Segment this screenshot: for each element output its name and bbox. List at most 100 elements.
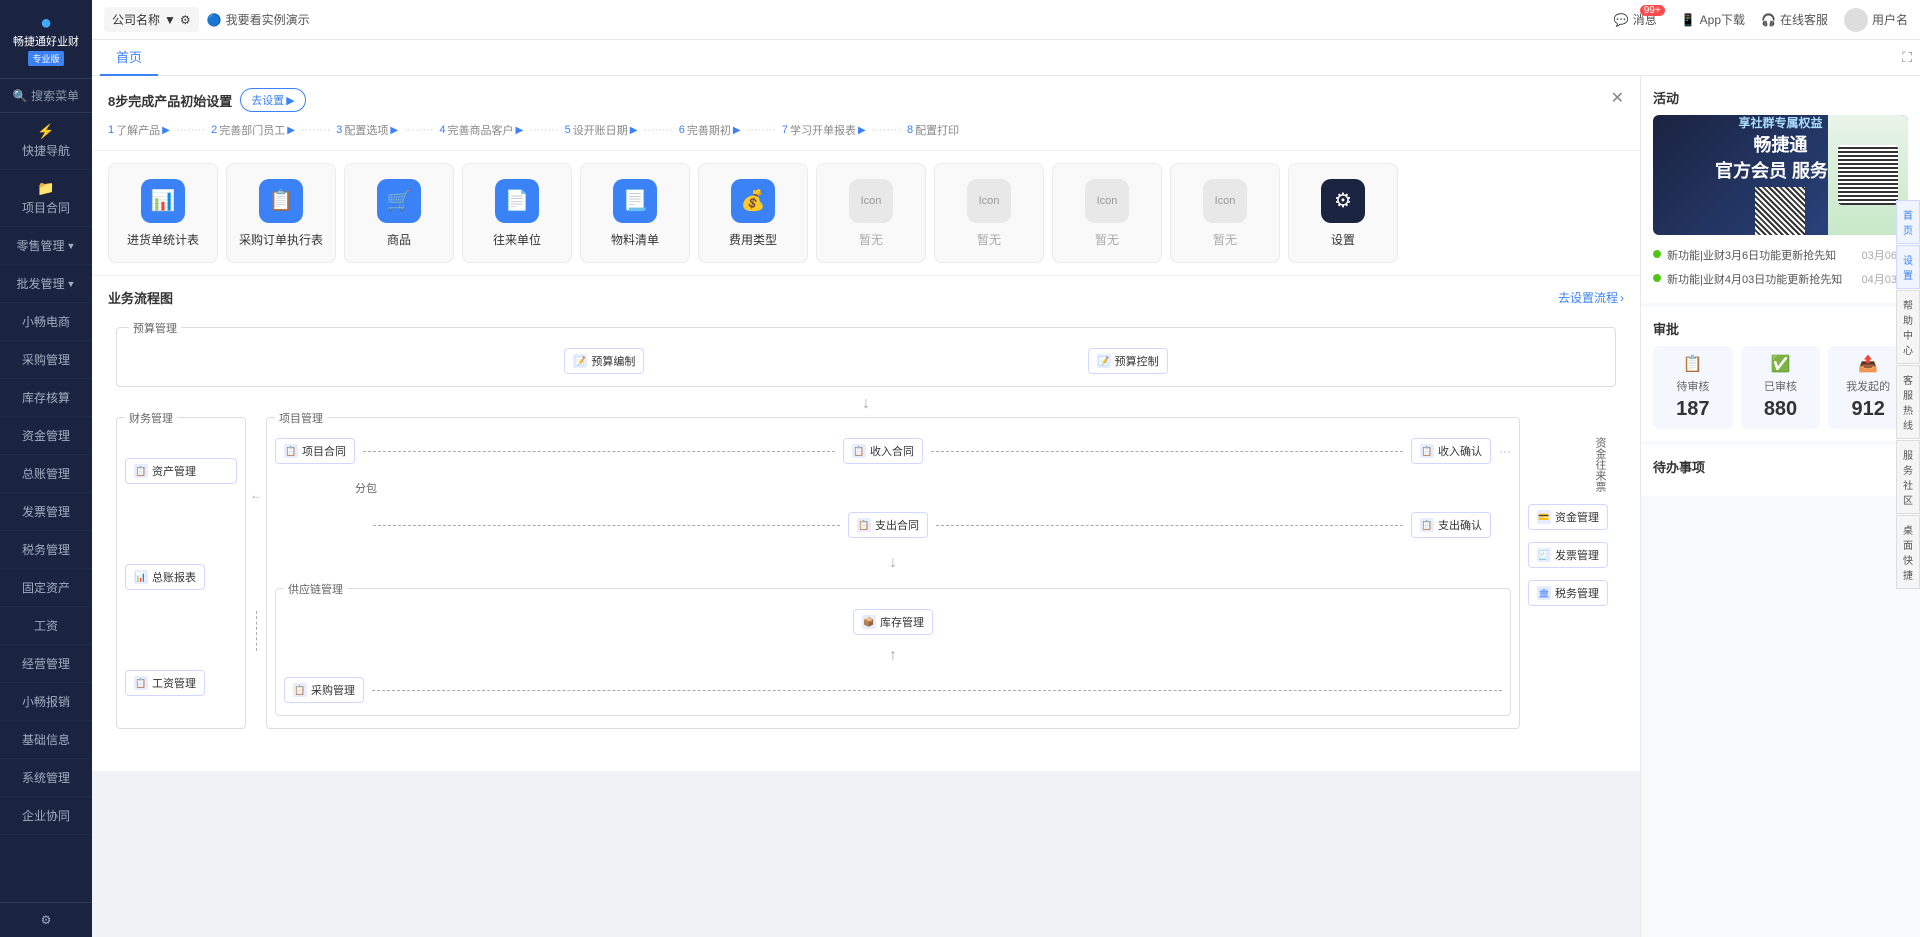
approved-label: 已审核 bbox=[1749, 378, 1813, 394]
income-contract-node[interactable]: 📋 收入合同 bbox=[843, 438, 923, 464]
sidebar-item-ledger[interactable]: 总账管理 bbox=[0, 455, 92, 493]
wage-mgmt-node[interactable]: 📋 工资管理 bbox=[125, 670, 205, 696]
icon-card-empty-3[interactable]: Icon 暂无 bbox=[1052, 163, 1162, 263]
icon-card-partners[interactable]: 📄 往来单位 bbox=[462, 163, 572, 263]
invoice-mgmt-node[interactable]: 🧾 发票管理 bbox=[1528, 542, 1608, 568]
logo-text: 畅捷通好业财 bbox=[13, 35, 79, 49]
icon-card-empty-1[interactable]: Icon 暂无 bbox=[816, 163, 926, 263]
expense-contract-node[interactable]: 📋 支出合同 bbox=[848, 512, 928, 538]
sidebar-item-inventory[interactable]: 库存核算 bbox=[0, 379, 92, 417]
go-settings-button[interactable]: 去设置 ▶ bbox=[240, 88, 305, 112]
sidebar-logo: ● 畅捷通好业财 专业版 bbox=[0, 0, 92, 79]
sidebar-search[interactable]: 🔍 搜索菜单 bbox=[0, 79, 92, 113]
icon-card-cost-type[interactable]: 💰 费用类型 bbox=[698, 163, 808, 263]
icon-card-empty-4[interactable]: Icon 暂无 bbox=[1170, 163, 1280, 263]
mini-homepage[interactable]: 首页 bbox=[1896, 200, 1920, 244]
initiated-icon: 📤 bbox=[1836, 354, 1900, 374]
income-confirm-label: 收入确认 bbox=[1438, 443, 1482, 459]
approval-approved[interactable]: ✅ 已审核 880 bbox=[1741, 346, 1821, 429]
sidebar-item-basicinfo[interactable]: 基础信息 bbox=[0, 721, 92, 759]
inventory-mgmt-node[interactable]: 📦 库存管理 bbox=[853, 609, 933, 635]
service-btn[interactable]: 🎧 在线客服 bbox=[1761, 11, 1828, 28]
approval-title: 审批 bbox=[1653, 319, 1908, 338]
tab-home[interactable]: 首页 bbox=[100, 39, 158, 76]
icon-card-empty-2[interactable]: Icon 暂无 bbox=[934, 163, 1044, 263]
settings-icon-circle: ⚙ bbox=[1321, 179, 1365, 223]
sidebar-item-assets[interactable]: 固定资产 bbox=[0, 569, 92, 607]
news-item-2[interactable]: 新功能|业财4月03日功能更新抢先知 04月03日 bbox=[1653, 267, 1908, 291]
step-7-play-icon: ▶ bbox=[858, 125, 866, 136]
mini-community[interactable]: 服务社区 bbox=[1896, 440, 1920, 514]
flow-settings-link[interactable]: 去设置流程 › bbox=[1558, 289, 1624, 306]
icon-card-purchase-order[interactable]: 📋 采购订单执行表 bbox=[226, 163, 336, 263]
icon-card-bom[interactable]: 📃 物料清单 bbox=[580, 163, 690, 263]
news-item-1[interactable]: 新功能|业财3月6日功能更新抢先知 03月06日 bbox=[1653, 243, 1908, 267]
capital-mgmt-node[interactable]: 💳 资金管理 bbox=[1528, 504, 1608, 530]
activity-section: 活动 享社群专属权益 畅捷通 官方会员 服务群 bbox=[1641, 76, 1920, 303]
arrow-down-1: ↓ bbox=[116, 395, 1616, 413]
user-avatar[interactable]: 用户名 bbox=[1844, 8, 1908, 32]
sidebar-item-wages[interactable]: 工资 bbox=[0, 607, 92, 645]
sidebar-item-enterprise[interactable]: 企业协同 bbox=[0, 797, 92, 835]
sidebar-item-label: 总账管理 bbox=[22, 465, 70, 482]
sidebar-item-expense[interactable]: 小畅报销 bbox=[0, 683, 92, 721]
budget-ctrl-node[interactable]: 📝 预算控制 bbox=[1088, 348, 1168, 374]
icon-card-stock-report[interactable]: 📊 进货单统计表 bbox=[108, 163, 218, 263]
demo-link[interactable]: 🔵 我要看实例演示 bbox=[207, 11, 310, 28]
asset-mgmt-node[interactable]: 📋 资产管理 bbox=[125, 458, 237, 484]
project-contract-node[interactable]: 📋 项目合同 bbox=[275, 438, 355, 464]
sidebar-item-retail[interactable]: 零售管理 ▼ bbox=[0, 227, 92, 265]
sidebar-item-ecommerce[interactable]: 小畅电商 bbox=[0, 303, 92, 341]
step-4: 4 完善商品客户 ▶ bbox=[439, 122, 523, 138]
search-icon: 🔍 bbox=[13, 89, 28, 103]
activity-banner-content: 享社群专属权益 畅捷通 官方会员 服务群 bbox=[1715, 115, 1846, 235]
stock-report-icon: 📊 bbox=[141, 179, 185, 223]
mini-settings[interactable]: 设置 bbox=[1896, 245, 1920, 289]
mini-hotline[interactable]: 客服热线 bbox=[1896, 365, 1920, 439]
expand-icon[interactable]: ⛶ bbox=[1902, 49, 1912, 66]
app-download-btn[interactable]: 📱 App下载 bbox=[1681, 11, 1745, 28]
sidebar-settings-btn[interactable]: ⚙ bbox=[0, 902, 92, 937]
sidebar-item-quicknav[interactable]: ⚡ 快捷导航 bbox=[0, 113, 92, 170]
purchase-mgmt-node[interactable]: 📋 采购管理 bbox=[284, 677, 364, 703]
settings-icon: ⚙ bbox=[180, 13, 191, 27]
income-confirm-node[interactable]: 📋 收入确认 bbox=[1411, 438, 1491, 464]
sidebar-item-invoice[interactable]: 发票管理 bbox=[0, 493, 92, 531]
activity-banner[interactable]: 享社群专属权益 畅捷通 官方会员 服务群 bbox=[1653, 115, 1908, 235]
sidebar-item-label: 小畅电商 bbox=[22, 313, 70, 330]
sidebar-item-label: 工资 bbox=[34, 617, 58, 634]
company-selector[interactable]: 公司名称 ▼ ⚙ bbox=[104, 7, 199, 32]
topbar-right: 💬 消息 99+ 📱 App下载 🎧 在线客服 用户名 bbox=[1614, 8, 1908, 32]
sidebar-item-wholesale[interactable]: 批发管理 ▼ bbox=[0, 265, 92, 303]
right-panel: 活动 享社群专属权益 畅捷通 官方会员 服务群 bbox=[1640, 76, 1920, 937]
tax-mgmt-node[interactable]: 🏛 税务管理 bbox=[1528, 580, 1608, 606]
capital-group-label: 资金往来票 bbox=[1528, 437, 1608, 492]
expense-confirm-node[interactable]: 📋 支出确认 bbox=[1411, 512, 1491, 538]
settings-icon: ⚙ bbox=[41, 913, 52, 927]
icon-card-settings[interactable]: ⚙ 设置 bbox=[1288, 163, 1398, 263]
mini-desktop[interactable]: 桌面快捷 bbox=[1896, 515, 1920, 589]
budget-control-node[interactable]: 📝 预算编制 bbox=[564, 348, 644, 374]
sidebar-item-operations[interactable]: 经营管理 bbox=[0, 645, 92, 683]
logo-badge: 专业版 bbox=[28, 51, 63, 66]
general-ledger-node[interactable]: 📊 总账报表 bbox=[125, 564, 205, 590]
banner-line2: 官方会员 bbox=[1715, 161, 1787, 181]
setup-close-btn[interactable]: ✕ bbox=[1611, 88, 1624, 108]
topbar: 公司名称 ▼ ⚙ 🔵 我要看实例演示 💬 消息 99+ 📱 App下载 🎧 在线… bbox=[92, 0, 1920, 40]
icon-card-goods[interactable]: 🛒 商品 bbox=[344, 163, 454, 263]
approval-pending[interactable]: 📋 待审核 187 bbox=[1653, 346, 1733, 429]
empty-2-icon: Icon bbox=[967, 179, 1011, 223]
sidebar-item-project[interactable]: 📁 项目合同 bbox=[0, 170, 92, 227]
sidebar-item-capital[interactable]: 资金管理 bbox=[0, 417, 92, 455]
sidebar-item-tax[interactable]: 税务管理 bbox=[0, 531, 92, 569]
mini-help[interactable]: 帮助中心 bbox=[1896, 290, 1920, 364]
sidebar-item-purchase[interactable]: 采购管理 bbox=[0, 341, 92, 379]
general-ledger-label: 总账报表 bbox=[152, 569, 196, 585]
project-group-label: 项目管理 bbox=[275, 410, 327, 426]
service-icon: 🎧 bbox=[1761, 13, 1776, 27]
budget-control-label: 预算编制 bbox=[591, 353, 635, 369]
sidebar-item-system[interactable]: 系统管理 bbox=[0, 759, 92, 797]
sidebar-item-label: 资金管理 bbox=[22, 427, 70, 444]
partners-label: 往来单位 bbox=[493, 231, 541, 248]
message-btn[interactable]: 💬 消息 99+ bbox=[1614, 11, 1657, 28]
